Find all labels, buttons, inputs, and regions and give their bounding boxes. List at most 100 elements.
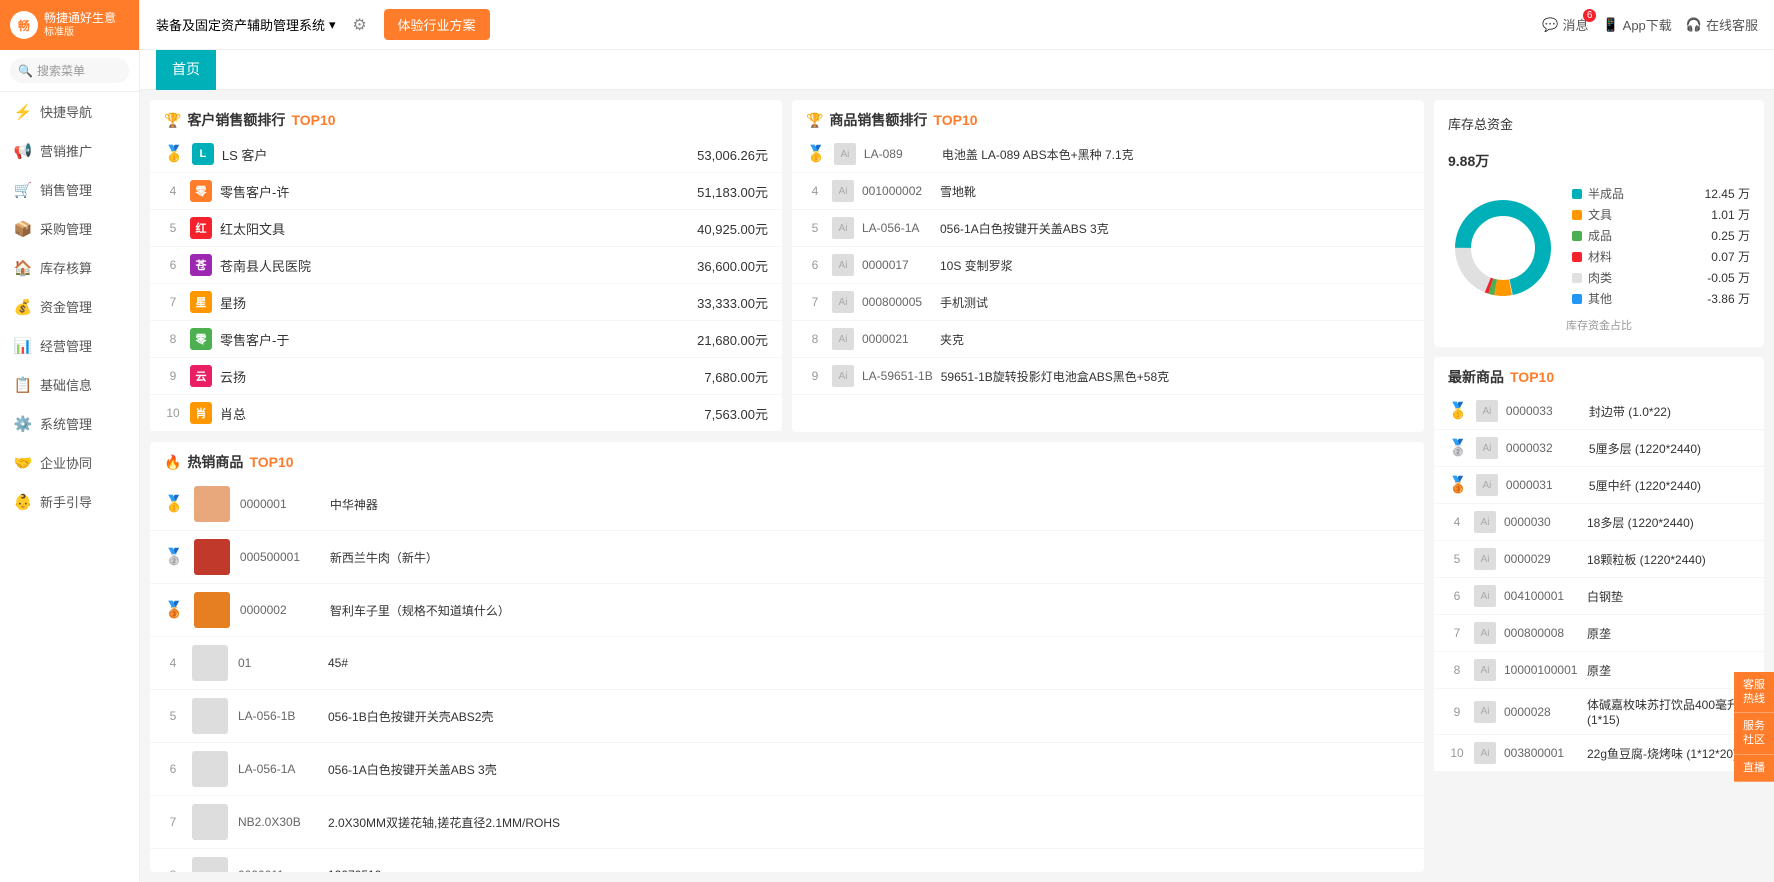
customer-ranking-panel: 🏆 客户销售额排行 TOP10 🥇 L LS 客户 53,006.26元 4 <box>150 100 782 432</box>
content: 🏆 客户销售额排行 TOP10 🥇 L LS 客户 53,006.26元 4 <box>140 90 1774 882</box>
new-img-1: Ai <box>1476 400 1498 422</box>
new-products-header: 最新商品 TOP10 <box>1434 357 1764 393</box>
product-top10-badge: TOP10 <box>933 112 977 128</box>
hot-prod-row-4: 4 01 45# <box>150 637 1424 690</box>
prod-img-1: Ai <box>834 143 856 165</box>
avatar-8: 肖 <box>190 402 212 424</box>
sidebar-item-marketing[interactable]: 📢 营销推广 <box>0 131 139 170</box>
new-medal-1: 🥇 <box>1448 401 1468 421</box>
hot-prod-row-8: 8 0000011 12070519-xs <box>150 849 1424 872</box>
legend-dot-4 <box>1572 252 1582 262</box>
product-ranking-header: 🏆 商品销售额排行 TOP10 <box>792 100 1424 136</box>
settings-btn[interactable]: ⚙ <box>346 11 374 39</box>
inventory-icon: 🏠 <box>14 259 32 277</box>
sidebar-item-finance[interactable]: 💰 资金管理 <box>0 287 139 326</box>
hot-prod-row-7: 7 NB2.0X30B 2.0X30MM双搓花轴,搓花直径2.1MM/ROHS <box>150 796 1424 849</box>
new-prod-row-3: 🥉 Ai 0000031 5厘中纤 (1220*2440) <box>1434 467 1764 504</box>
new-products-list: 🥇 Ai 0000033 封边带 (1.0*22) 🥈 Ai 0000032 5… <box>1434 393 1764 772</box>
prod-img-5: Ai <box>832 291 854 313</box>
sidebar-item-inventory[interactable]: 🏠 库存核算 <box>0 248 139 287</box>
hot-img-1 <box>194 486 230 522</box>
new-img-7: Ai <box>1474 622 1496 644</box>
sidebar-item-quick[interactable]: ⚡ 快捷导航 <box>0 92 139 131</box>
guide-icon: 👶 <box>14 493 32 511</box>
sidebar-item-sales[interactable]: 🛒 销售管理 <box>0 170 139 209</box>
prod-rank-row-2: 4 Ai 001000002 雪地靴 <box>792 173 1424 210</box>
sidebar-search-area[interactable]: 🔍 搜索菜单 <box>0 50 139 92</box>
hot-products-title: 热销商品 <box>187 452 243 472</box>
new-img-2: Ai <box>1476 437 1498 459</box>
hot-img-4 <box>192 645 228 681</box>
avatar-1: L <box>192 143 214 165</box>
product-ranking-title: 商品销售额排行 <box>829 110 927 130</box>
sidebar-item-operation[interactable]: 📊 经营管理 <box>0 326 139 365</box>
float-service-btn[interactable]: 客服热线 <box>1734 672 1774 714</box>
system-selector[interactable]: 装备及固定资产辅助管理系统 ▾ <box>156 15 336 34</box>
prod-rank-row-5: 7 Ai 000800005 手机测试 <box>792 284 1424 321</box>
hot-icon: 🔥 <box>164 454 181 471</box>
prod-rank-row-3: 5 Ai LA-056-1A 056-1A白色按键开关盖ABS 3克 <box>792 210 1424 247</box>
new-prod-row-2: 🥈 Ai 0000032 5厘多层 (1220*2440) <box>1434 430 1764 467</box>
hot-top10-badge: TOP10 <box>249 454 293 470</box>
trial-btn[interactable]: 体验行业方案 <box>384 9 490 40</box>
avatar-4: 苍 <box>190 254 212 276</box>
operation-icon: 📊 <box>14 337 32 355</box>
dropdown-icon: ▾ <box>329 17 336 33</box>
message-btn[interactable]: 💬 消息 6 <box>1542 15 1588 34</box>
sidebar-item-basic[interactable]: 📋 基础信息 <box>0 365 139 404</box>
purchase-icon: 📦 <box>14 220 32 238</box>
float-live-btn[interactable]: 直播 <box>1734 755 1774 782</box>
product-rank-table: 🥇 Ai LA-089 电池盖 LA-089 ABS本色+黑种 7.1克 4 A… <box>792 136 1424 395</box>
new-medal-3: 🥉 <box>1448 475 1468 495</box>
hot-img-3 <box>194 592 230 628</box>
topbar: 装备及固定资产辅助管理系统 ▾ ⚙ 体验行业方案 💬 消息 6 📱 App下载 … <box>140 0 1774 50</box>
new-img-9: Ai <box>1474 701 1496 723</box>
new-img-10: Ai <box>1474 742 1496 764</box>
search-icon: 🔍 <box>18 64 33 78</box>
customer-rank-row-4: 6 苍 苍南县人民医院 36,600.00元 <box>150 247 782 284</box>
float-community-btn[interactable]: 服务社区 <box>1734 713 1774 755</box>
app-download-btn[interactable]: 📱 App下载 <box>1602 15 1671 34</box>
phone-icon: 📱 <box>1602 17 1618 33</box>
customer-rank-table: 🥇 L LS 客户 53,006.26元 4 零 零售客户-许 51,183.0… <box>150 136 782 432</box>
avatar-6: 零 <box>190 328 212 350</box>
new-img-4: Ai <box>1474 511 1496 533</box>
hot-products-panel: 🔥 热销商品 TOP10 🥇 0000001 中华神器 🥈 000500001 <box>150 442 1424 872</box>
customer-rank-row-3: 5 红 红太阳文具 40,925.00元 <box>150 210 782 247</box>
online-service-btn[interactable]: 🎧 在线客服 <box>1686 15 1758 34</box>
avatar-7: 云 <box>190 365 212 387</box>
hot-medal-2: 🥈 <box>164 547 184 567</box>
customer-top10-badge: TOP10 <box>291 112 335 128</box>
sidebar-item-purchase[interactable]: 📦 采购管理 <box>0 209 139 248</box>
search-menu-btn[interactable]: 🔍 搜索菜单 <box>10 58 129 83</box>
customer-rank-row-1: 🥇 L LS 客户 53,006.26元 <box>150 136 782 173</box>
sidebar-item-company[interactable]: 🤝 企业协同 <box>0 443 139 482</box>
hot-products-list: 🥇 0000001 中华神器 🥈 000500001 新西兰牛肉（新牛） 🥉 <box>150 478 1424 872</box>
hot-medal-1: 🥇 <box>164 494 184 514</box>
tab-home[interactable]: 首页 <box>156 50 216 90</box>
finance-icon: 💰 <box>14 298 32 316</box>
sidebar-nav: ⚡ 快捷导航 📢 营销推广 🛒 销售管理 📦 采购管理 🏠 库存核算 💰 资金管… <box>0 92 139 882</box>
customer-ranking-header: 🏆 客户销售额排行 TOP10 <box>150 100 782 136</box>
legend-item-3: 成品 0.25 万 <box>1572 227 1750 244</box>
customer-rank-row-2: 4 零 零售客户-许 51,183.00元 <box>150 173 782 210</box>
trophy-icon-2: 🏆 <box>806 112 823 129</box>
hot-img-2 <box>194 539 230 575</box>
top-columns: 🏆 客户销售额排行 TOP10 🥇 L LS 客户 53,006.26元 4 <box>150 100 1424 432</box>
customer-rank-row-8: 10 肖 肖总 7,563.00元 <box>150 395 782 432</box>
avatar-2: 零 <box>190 180 212 202</box>
legend-dot-5 <box>1572 273 1582 283</box>
sidebar-item-system[interactable]: ⚙️ 系统管理 <box>0 404 139 443</box>
sidebar: 畅 畅捷通好生意 标准版 🔍 搜索菜单 ⚡ 快捷导航 📢 营销推广 🛒 销售管理… <box>0 0 140 882</box>
new-img-3: Ai <box>1476 474 1498 496</box>
sidebar-item-guide[interactable]: 👶 新手引导 <box>0 482 139 521</box>
prod-medal-1: 🥇 <box>806 144 826 164</box>
new-prod-row-5: 5 Ai 0000029 18颗粒板 (1220*2440) <box>1434 541 1764 578</box>
new-prod-row-9: 9 Ai 0000028 体碱嘉枚味苏打饮品400毫升 (1*15) <box>1434 689 1764 735</box>
system-name: 装备及固定资产辅助管理系统 <box>156 15 325 34</box>
prod-img-2: Ai <box>832 180 854 202</box>
float-buttons: 客服热线 服务社区 直播 <box>1734 672 1774 782</box>
medal-1: 🥇 <box>164 144 184 164</box>
prod-img-7: Ai <box>832 365 854 387</box>
legend-item-2: 文具 1.01 万 <box>1572 206 1750 223</box>
